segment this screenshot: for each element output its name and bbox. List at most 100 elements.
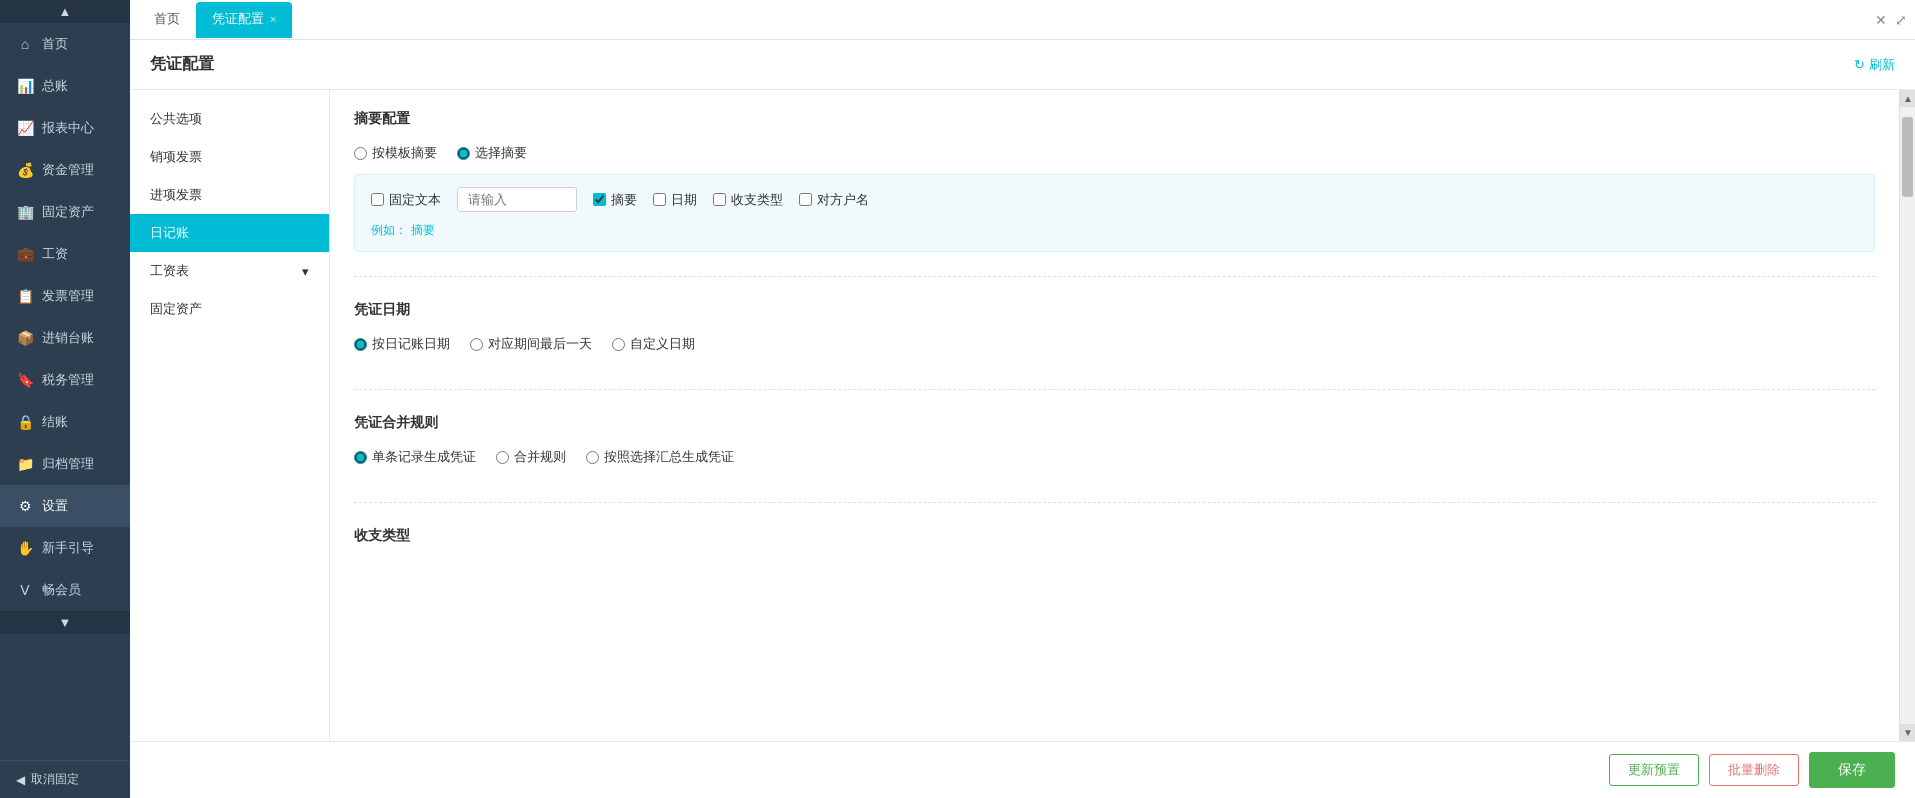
tab-home[interactable]: 首页 — [138, 2, 196, 38]
sidebar-item-fixed-assets[interactable]: 🏢 固定资产 — [0, 191, 130, 233]
left-nav-journal[interactable]: 日记账 — [130, 214, 329, 252]
sidebar-item-home[interactable]: ⌂ 首页 — [0, 23, 130, 65]
update-preview-button[interactable]: 更新预置 — [1609, 754, 1699, 786]
bottom-bar: 更新预置 批量删除 保存 — [130, 741, 1915, 798]
date-radio-group: 按日记账日期 对应期间最后一天 自定义日期 — [354, 335, 1875, 353]
sidebar-item-archive[interactable]: 📁 归档管理 — [0, 443, 130, 485]
sidebar: ▲ ⌂ 首页 📊 总账 📈 报表中心 💰 资金管理 🏢 固定资产 💼 工资 📋 … — [0, 0, 130, 798]
scrollbar[interactable]: ▲ ▼ — [1899, 90, 1915, 741]
counterpart-option[interactable]: 对方户名 — [799, 191, 869, 209]
save-button[interactable]: 保存 — [1809, 752, 1895, 788]
tab-bar: 首页 凭证配置 × ✕ ⤢ — [130, 0, 1915, 40]
reports-icon: 📈 — [16, 120, 34, 136]
refresh-button[interactable]: ↻ 刷新 — [1854, 56, 1895, 74]
left-nav-sales-invoice[interactable]: 销项发票 — [130, 138, 329, 176]
settings-icon: ⚙ — [16, 498, 34, 514]
journal-date-radio[interactable] — [354, 338, 367, 351]
merge-rule-option[interactable]: 合并规则 — [496, 448, 566, 466]
summary-checkbox-container: 固定文本 摘要 日期 — [354, 174, 1875, 252]
purchase-sales-icon: 📦 — [16, 330, 34, 346]
summary-template-radio[interactable] — [354, 147, 367, 160]
single-record-option[interactable]: 单条记录生成凭证 — [354, 448, 476, 466]
voucher-date-section: 凭证日期 按日记账日期 对应期间最后一天 自定义日期 — [354, 301, 1875, 390]
fixed-text-checkbox[interactable] — [371, 193, 384, 206]
example-value: 摘要 — [411, 223, 435, 237]
fixed-text-input[interactable] — [457, 187, 577, 212]
income-expense-checkbox[interactable] — [713, 193, 726, 206]
salary-icon: 💼 — [16, 246, 34, 262]
body-layout: 公共选项 销项发票 进项发票 日记账 工资表 ▾ 固定资产 — [130, 90, 1915, 741]
income-expense-title: 收支类型 — [354, 527, 1875, 545]
right-content: 摘要配置 按模板摘要 选择摘要 — [330, 90, 1899, 741]
sidebar-scroll-up[interactable]: ▲ — [0, 0, 130, 23]
income-expense-option[interactable]: 收支类型 — [713, 191, 783, 209]
date-checkbox[interactable] — [653, 193, 666, 206]
sidebar-unpin-button[interactable]: ◀ 取消固定 — [0, 760, 130, 798]
window-expand-icon[interactable]: ⤢ — [1895, 12, 1907, 28]
refresh-icon: ↻ — [1854, 57, 1865, 72]
select-merge-option[interactable]: 按照选择汇总生成凭证 — [586, 448, 734, 466]
unpin-icon: ◀ — [16, 773, 25, 787]
period-last-radio[interactable] — [470, 338, 483, 351]
guide-icon: ✋ — [16, 540, 34, 556]
content-area: 凭证配置 ↻ 刷新 公共选项 销项发票 进项发票 日记账 — [130, 40, 1915, 798]
summary-template-option[interactable]: 按模板摘要 — [354, 144, 437, 162]
summary-checkbox-row: 固定文本 摘要 日期 — [371, 187, 1858, 212]
custom-date-option[interactable]: 自定义日期 — [612, 335, 695, 353]
sidebar-item-guide[interactable]: ✋ 新手引导 — [0, 527, 130, 569]
custom-date-radio[interactable] — [612, 338, 625, 351]
single-record-radio[interactable] — [354, 451, 367, 464]
page-title: 凭证配置 — [150, 54, 214, 75]
counterpart-checkbox[interactable] — [799, 193, 812, 206]
journal-date-option[interactable]: 按日记账日期 — [354, 335, 450, 353]
example-prefix: 例如： — [371, 223, 407, 237]
left-nav-payroll[interactable]: 工资表 ▾ — [130, 252, 329, 290]
fixed-text-option[interactable]: 固定文本 — [371, 191, 441, 209]
chevron-down-icon: ▾ — [302, 264, 309, 279]
summary-checkbox[interactable] — [593, 193, 606, 206]
sidebar-item-salary[interactable]: 💼 工资 — [0, 233, 130, 275]
window-close-icon[interactable]: ✕ — [1875, 12, 1887, 28]
sidebar-item-close[interactable]: 🔒 结账 — [0, 401, 130, 443]
select-merge-radio[interactable] — [586, 451, 599, 464]
fixed-assets-icon: 🏢 — [16, 204, 34, 220]
tab-actions: ✕ ⤢ — [1875, 12, 1907, 28]
sidebar-scroll-down[interactable]: ▼ — [0, 611, 130, 634]
scroll-thumb[interactable] — [1902, 117, 1913, 197]
sidebar-item-settings[interactable]: ⚙ 设置 — [0, 485, 130, 527]
sidebar-item-ledger[interactable]: 📊 总账 — [0, 65, 130, 107]
summary-option[interactable]: 摘要 — [593, 191, 637, 209]
example-row: 例如： 摘要 — [371, 222, 1858, 239]
left-nav-public[interactable]: 公共选项 — [130, 100, 329, 138]
merge-rules-title: 凭证合并规则 — [354, 414, 1875, 432]
tab-voucher-config[interactable]: 凭证配置 × — [196, 2, 292, 38]
merge-rules-section: 凭证合并规则 单条记录生成凭证 合并规则 按照选择汇总生成凭证 — [354, 414, 1875, 503]
vip-icon: V — [16, 582, 34, 598]
income-expense-section: 收支类型 — [354, 527, 1875, 585]
scroll-up-btn[interactable]: ▲ — [1900, 90, 1915, 107]
sidebar-item-funds[interactable]: 💰 资金管理 — [0, 149, 130, 191]
date-option[interactable]: 日期 — [653, 191, 697, 209]
sidebar-item-invoice-mgmt[interactable]: 📋 发票管理 — [0, 275, 130, 317]
tax-icon: 🔖 — [16, 372, 34, 388]
scroll-down-btn[interactable]: ▼ — [1900, 724, 1915, 741]
summary-radio-group: 按模板摘要 选择摘要 — [354, 144, 1875, 162]
sidebar-item-reports[interactable]: 📈 报表中心 — [0, 107, 130, 149]
period-last-option[interactable]: 对应期间最后一天 — [470, 335, 592, 353]
sidebar-item-vip[interactable]: V 畅会员 — [0, 569, 130, 611]
left-nav: 公共选项 销项发票 进项发票 日记账 工资表 ▾ 固定资产 — [130, 90, 330, 741]
main-area: 首页 凭证配置 × ✕ ⤢ 凭证配置 ↻ 刷新 公共选项 — [130, 0, 1915, 798]
tab-close-icon[interactable]: × — [270, 13, 276, 25]
scroll-track[interactable] — [1900, 107, 1915, 724]
left-nav-fixed-assets[interactable]: 固定资产 — [130, 290, 329, 328]
sidebar-item-tax[interactable]: 🔖 税务管理 — [0, 359, 130, 401]
batch-delete-button[interactable]: 批量删除 — [1709, 754, 1799, 786]
ledger-icon: 📊 — [16, 78, 34, 94]
sidebar-item-purchase-sales[interactable]: 📦 进销台账 — [0, 317, 130, 359]
summary-config-section: 摘要配置 按模板摘要 选择摘要 — [354, 110, 1875, 277]
summary-select-option[interactable]: 选择摘要 — [457, 144, 527, 162]
merge-rule-radio[interactable] — [496, 451, 509, 464]
summary-config-title: 摘要配置 — [354, 110, 1875, 128]
summary-select-radio[interactable] — [457, 147, 470, 160]
left-nav-purchase-invoice[interactable]: 进项发票 — [130, 176, 329, 214]
